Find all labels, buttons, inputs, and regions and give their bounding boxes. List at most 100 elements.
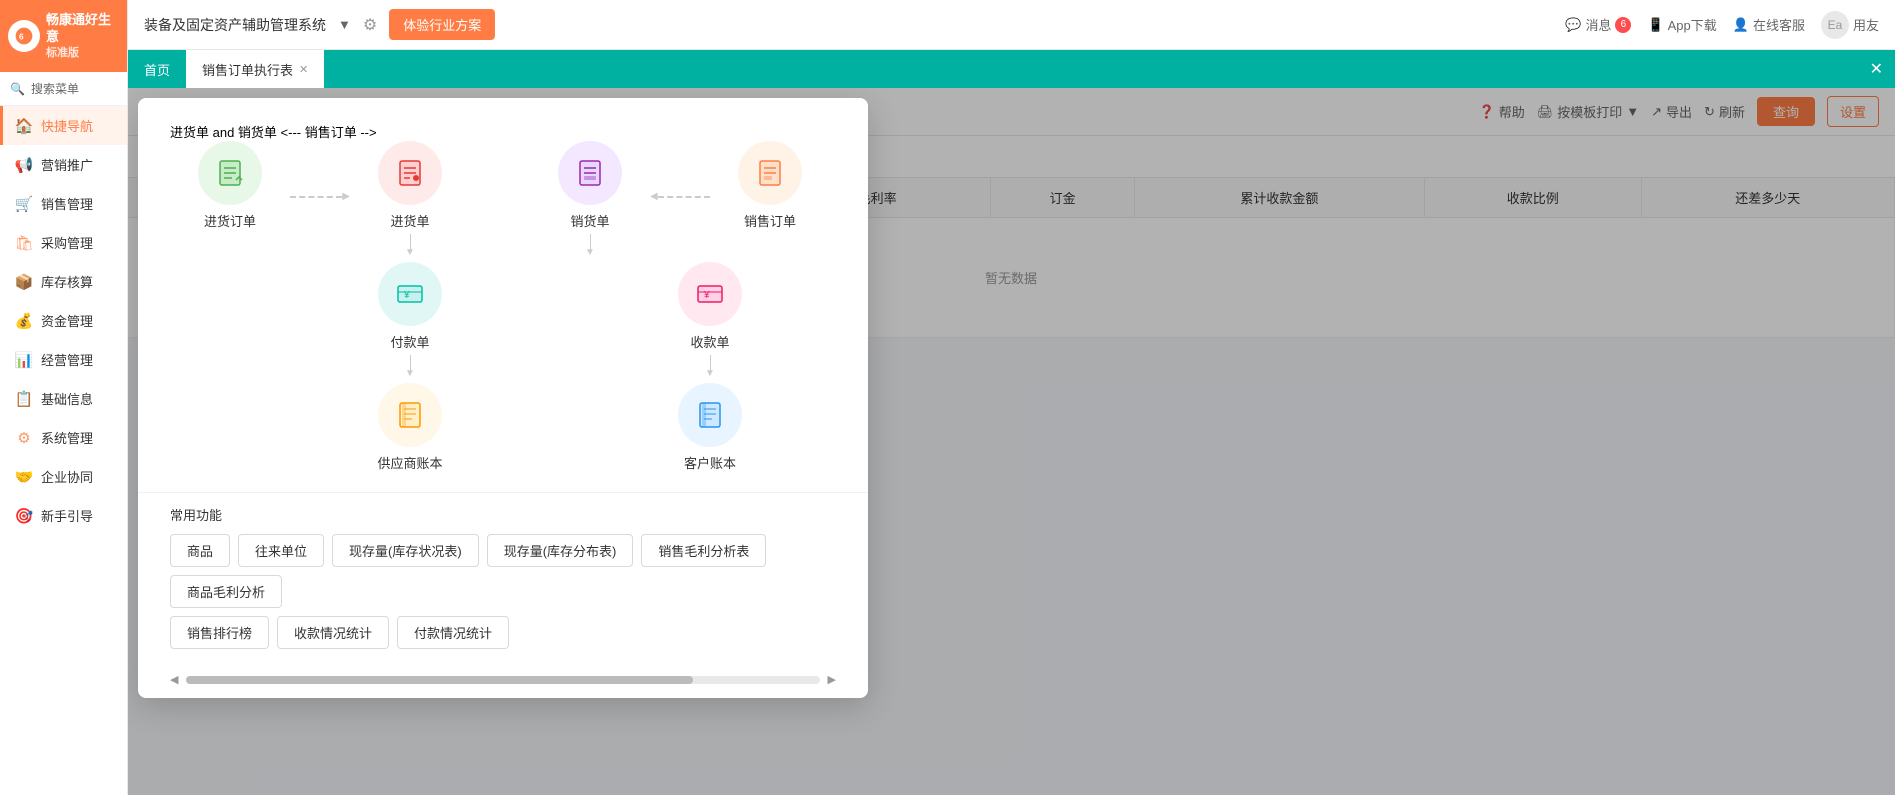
user-label: 用友: [1853, 15, 1879, 34]
btn-partner[interactable]: 往来单位: [238, 534, 324, 567]
tabbar-close-btn[interactable]: ✕: [1858, 50, 1895, 88]
guide-icon: 🎯: [15, 507, 33, 525]
topbar-right: 💬 消息 6 📱 App下载 👤 在线客服 Ea 用友: [1565, 11, 1879, 39]
online-service-item[interactable]: 👤 在线客服: [1733, 15, 1805, 34]
sidebar-item-marketing[interactable]: 📢 营销推广: [0, 145, 127, 184]
gear-icon[interactable]: ⚙: [363, 15, 377, 35]
purchase-icon: 🛍: [15, 234, 33, 252]
sales-circle[interactable]: [558, 141, 622, 205]
arrow-down-purchase: [405, 234, 415, 258]
sidebar-item-label: 营销推广: [41, 155, 93, 174]
sales-icon: 🛒: [15, 195, 33, 213]
receipt-label: 收款单: [690, 332, 729, 351]
tab-close-icon[interactable]: ✕: [299, 63, 308, 76]
inventory-icon: 📦: [15, 273, 33, 291]
sidebar-item-sales[interactable]: 🛒 销售管理: [0, 184, 127, 223]
flow-node-purchase: 进货单: [350, 141, 470, 230]
tab-home[interactable]: 首页: [128, 50, 186, 88]
sales-label: 销货单: [570, 211, 609, 230]
sidebar-item-label: 资金管理: [41, 311, 93, 330]
flow-section: 进货单 and 销货单 <--- 销售订单 -->: [138, 98, 868, 492]
svg-text:6: 6: [19, 31, 24, 41]
common-section: 常用功能 商品 往来单位 现存量(库存状况表) 现存量(库存分布表) 销售毛利分…: [138, 492, 868, 673]
app-name: 畅康通好生意: [46, 12, 119, 46]
marketing-icon: 📢: [15, 156, 33, 174]
message-icon: 💬: [1565, 17, 1581, 33]
message-badge: 6: [1615, 17, 1631, 33]
btn-receipt-stat[interactable]: 收款情况统计: [277, 616, 389, 649]
sidebar-item-purchase[interactable]: 🛍 采购管理: [0, 223, 127, 262]
app-logo: 6 畅康通好生意 标准版: [0, 0, 127, 72]
download-icon: 📱: [1647, 17, 1663, 33]
operations-icon: 📊: [15, 351, 33, 369]
flow-node-sales-order: 销售订单: [710, 141, 830, 230]
sidebar-item-finance[interactable]: 💰 资金管理: [0, 301, 127, 340]
sidebar-item-inventory[interactable]: 📦 库存核算: [0, 262, 127, 301]
purchase-order-circle[interactable]: [198, 141, 262, 205]
app-download-item[interactable]: 📱 App下载: [1647, 15, 1716, 34]
message-item[interactable]: 💬 消息 6: [1565, 15, 1631, 34]
purchase-circle[interactable]: [378, 141, 442, 205]
sidebar-item-basics[interactable]: 📋 基础信息: [0, 379, 127, 418]
sidebar-item-guide[interactable]: 🎯 新手引导: [0, 496, 127, 535]
receipt-circle[interactable]: ¥: [678, 262, 742, 326]
modal-scrollbar: ◀ ▶: [138, 673, 868, 698]
arrow-down-sales: [585, 234, 595, 258]
flow-node-supplier-ledger: 供应商账本: [350, 383, 470, 472]
arrow-down-receipt: [705, 355, 715, 379]
experience-btn[interactable]: 体验行业方案: [389, 9, 495, 40]
app-download-label: App下载: [1668, 15, 1717, 34]
supplier-ledger-circle[interactable]: [378, 383, 442, 447]
chevron-down-icon: ▼: [338, 17, 351, 32]
system-title: 装备及固定资产辅助管理系统: [144, 15, 326, 35]
sidebar-item-label: 系统管理: [41, 428, 93, 447]
online-service-label: 在线客服: [1753, 15, 1805, 34]
flow-node-receipt: ¥ 收款单: [650, 262, 770, 351]
btn-payment-stat[interactable]: 付款情况统计: [397, 616, 509, 649]
tab-home-label: 首页: [144, 60, 170, 79]
btn-sales-rank[interactable]: 销售排行榜: [170, 616, 269, 649]
avatar-text: Ea: [1828, 18, 1843, 32]
sidebar-item-system[interactable]: ⚙ 系统管理: [0, 418, 127, 457]
btn-stock-dist[interactable]: 现存量(库存分布表): [487, 534, 634, 567]
btn-goods-profit[interactable]: 商品毛利分析: [170, 575, 282, 608]
search-menu[interactable]: 🔍 搜索菜单: [0, 72, 127, 106]
customer-ledger-circle[interactable]: [678, 383, 742, 447]
sidebar-item-enterprise[interactable]: 🤝 企业协同: [0, 457, 127, 496]
sidebar-item-operations[interactable]: 📊 经营管理: [0, 340, 127, 379]
system-dropdown[interactable]: ▼: [338, 17, 351, 32]
message-label: 消息: [1585, 15, 1611, 34]
flow-modal: 进货单 and 销货单 <--- 销售订单 -->: [138, 98, 868, 698]
payment-circle[interactable]: ¥: [378, 262, 442, 326]
flow-node-purchase-order: 进货订单: [170, 141, 290, 230]
enterprise-icon: 🤝: [15, 468, 33, 486]
finance-icon: 💰: [15, 312, 33, 330]
system-icon: ⚙: [15, 429, 33, 447]
sidebar-item-label: 基础信息: [41, 389, 93, 408]
search-icon: 🔍: [10, 82, 25, 96]
user-item[interactable]: Ea 用友: [1821, 11, 1879, 39]
tab-sales-label: 销售订单执行表: [202, 60, 293, 79]
sidebar-item-label: 采购管理: [41, 233, 93, 252]
scroll-thumb: [186, 676, 692, 684]
customer-ledger-label: 客户账本: [684, 453, 736, 472]
scroll-track[interactable]: [186, 676, 819, 684]
tab-sales-order[interactable]: 销售订单执行表 ✕: [186, 50, 324, 88]
overlay[interactable]: 进货单 and 销货单 <--- 销售订单 -->: [128, 88, 1895, 795]
btn-goods[interactable]: 商品: [170, 534, 230, 567]
sidebar-item-label: 企业协同: [41, 467, 93, 486]
flow-node-sales: 销货单: [530, 141, 650, 230]
common-btns-row1: 商品 往来单位 现存量(库存状况表) 现存量(库存分布表) 销售毛利分析表 商品…: [170, 534, 836, 608]
avatar: Ea: [1821, 11, 1849, 39]
btn-sales-profit[interactable]: 销售毛利分析表: [641, 534, 766, 567]
scroll-right-arrow[interactable]: ▶: [828, 673, 836, 686]
payment-label: 付款单: [390, 332, 429, 351]
btn-stock-status[interactable]: 现存量(库存状况表): [332, 534, 479, 567]
sales-order-label: 销售订单: [744, 211, 796, 230]
sidebar-item-quick-nav[interactable]: 🏠 快捷导航: [0, 106, 127, 145]
common-btns-row2: 销售排行榜 收款情况统计 付款情况统计: [170, 616, 836, 649]
content-area: ❓ 帮助 🖨 按模板打印 ▼ ↗ 导出 ↻ 刷新 查询 设置: [128, 88, 1895, 795]
sidebar-item-label: 经营管理: [41, 350, 93, 369]
scroll-left-arrow[interactable]: ◀: [170, 673, 178, 686]
sales-order-circle[interactable]: [738, 141, 802, 205]
